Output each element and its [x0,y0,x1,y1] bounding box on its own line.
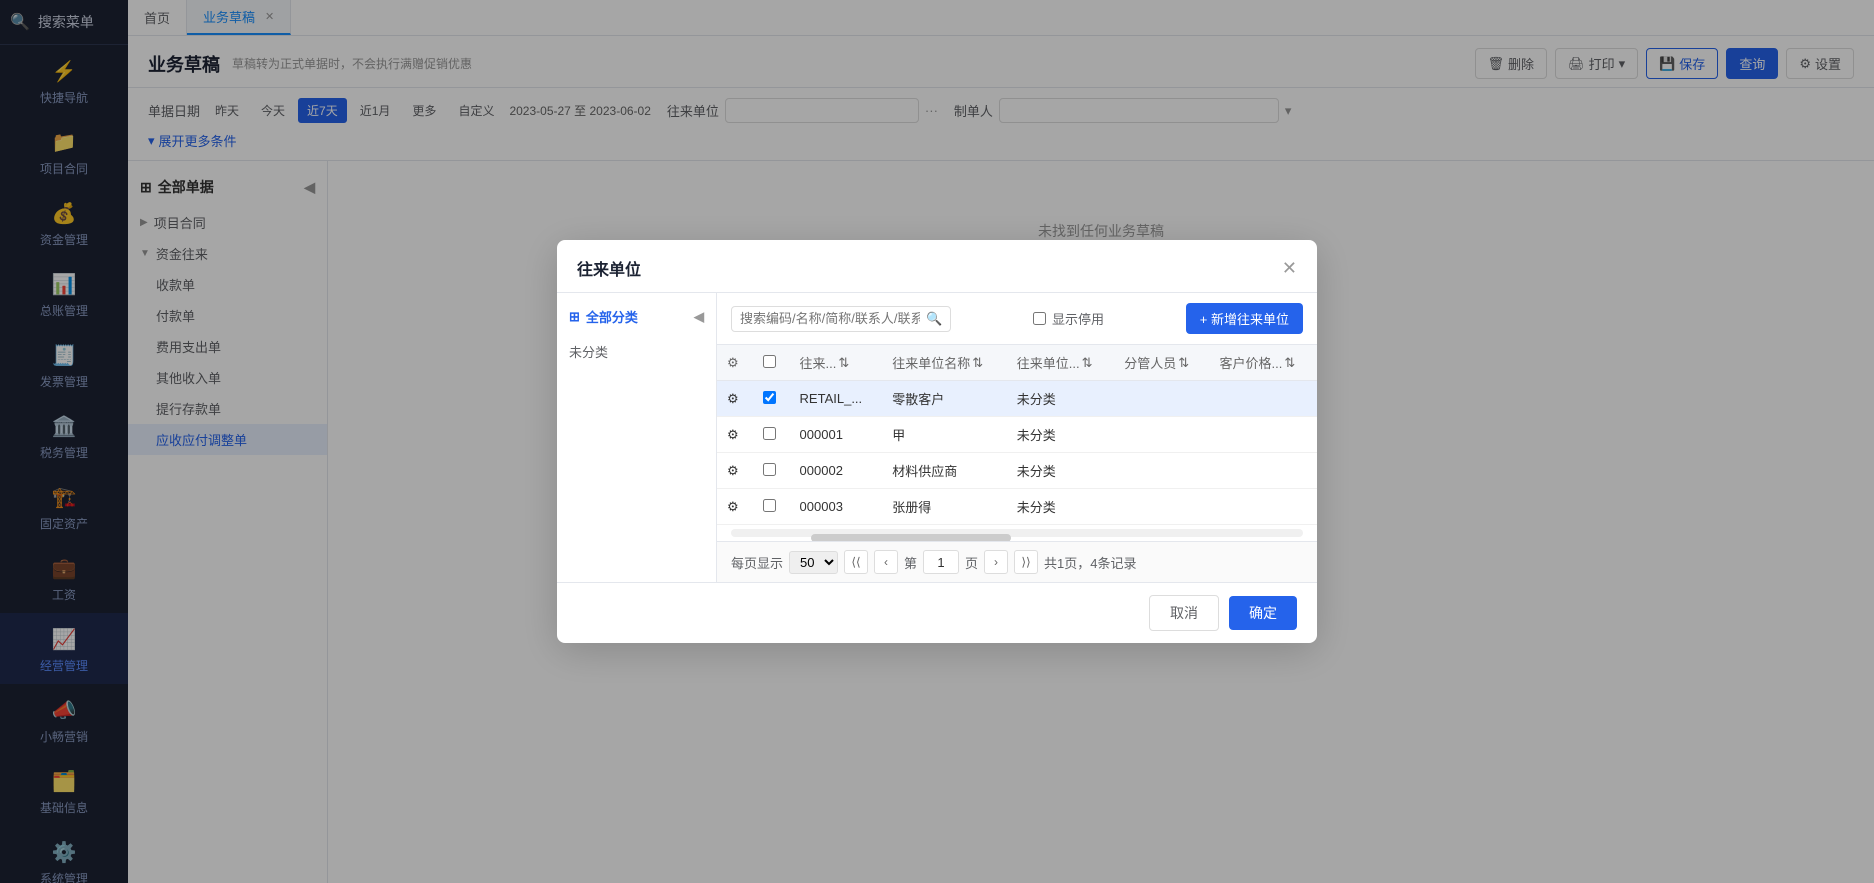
modal-overlay[interactable]: 往来单位 ✕ ⊞ 全部分类 ◀ 未分类 [0,0,1874,883]
page-number-input[interactable] [923,550,959,574]
row-code: RETAIL_... [790,381,883,417]
search-icon2: 🔍 [926,311,942,327]
row-checkbox[interactable] [753,453,790,489]
row-price [1210,381,1318,417]
row-category: 未分类 [1007,381,1114,417]
show-disabled-checkbox[interactable] [1033,312,1046,325]
sort-icon4: ⇅ [1178,355,1189,371]
grid-icon2: ⊞ [569,309,580,325]
row-select-checkbox3[interactable] [763,463,776,476]
row-manager [1114,453,1209,489]
select-all-checkbox[interactable] [763,355,776,368]
row-checkbox[interactable] [753,489,790,525]
sort-icon2: ⇅ [972,355,983,371]
table-header-row: ⚙ 往来...⇅ 往来单位名称⇅ 往来单位...⇅ 分管人员⇅ 客户价格...⇅ [717,345,1317,381]
table-row[interactable]: ⚙ RETAIL_... 零散客户 未分类 [717,381,1317,417]
row-settings: ⚙ [717,381,753,417]
row-select-checkbox2[interactable] [763,427,776,440]
prev-page-button[interactable]: ‹ [874,550,898,574]
row-category: 未分类 [1007,489,1114,525]
dialog-cat-unclassified[interactable]: 未分类 [557,336,716,367]
th-code[interactable]: 往来...⇅ [790,345,883,381]
cancel-button[interactable]: 取消 [1149,595,1219,631]
row-name: 张册得 [882,489,1006,525]
dialog-categories: ⊞ 全部分类 ◀ 未分类 [557,293,717,582]
next-page-button[interactable]: › [984,550,1008,574]
dialog-unit: 往来单位 ✕ ⊞ 全部分类 ◀ 未分类 [557,240,1317,643]
row-category: 未分类 [1007,453,1114,489]
settings-icon6: ⚙ [727,499,739,514]
scrollbar-area [717,525,1317,541]
table-row[interactable]: ⚙ 000001 甲 未分类 [717,417,1317,453]
row-code: 000003 [790,489,883,525]
row-manager [1114,417,1209,453]
th-category[interactable]: 往来单位...⇅ [1007,345,1114,381]
units-table: ⚙ 往来...⇅ 往来单位名称⇅ 往来单位...⇅ 分管人员⇅ 客户价格...⇅ [717,345,1317,525]
dialog-search-box[interactable]: 🔍 [731,306,951,332]
dialog-title: 往来单位 [577,256,641,280]
row-manager [1114,381,1209,417]
new-unit-button[interactable]: + 新增往来单位 [1186,303,1303,334]
total-records: 共1页，4条记录 [1044,553,1136,572]
settings-icon5: ⚙ [727,463,739,478]
row-settings: ⚙ [717,489,753,525]
sort-icon3: ⇅ [1082,355,1093,371]
dialog-toolbar: 🔍 显示停用 + 新增往来单位 [717,293,1317,345]
th-price[interactable]: 客户价格...⇅ [1210,345,1318,381]
dialog-header: 往来单位 ✕ [557,240,1317,293]
row-select-checkbox[interactable] [763,391,776,404]
row-select-checkbox4[interactable] [763,499,776,512]
settings-icon4: ⚙ [727,427,739,442]
dialog-collapse-icon[interactable]: ◀ [694,309,704,325]
table-row[interactable]: ⚙ 000003 张册得 未分类 [717,489,1317,525]
settings-icon3: ⚙ [727,391,739,406]
row-price [1210,453,1318,489]
dialog-actions: 取消 确定 [557,582,1317,643]
sort-icon: ⇅ [838,355,849,371]
row-name: 材料供应商 [882,453,1006,489]
pagination-controls: 每页显示 50 ⟨⟨ ‹ 第 页 › ⟩⟩ 共1页，4条记录 [731,550,1137,574]
first-page-button[interactable]: ⟨⟨ [844,550,868,574]
horizontal-scrollbar[interactable] [731,529,1303,537]
confirm-button[interactable]: 确定 [1229,596,1297,630]
dialog-right: 🔍 显示停用 + 新增往来单位 ⚙ [717,293,1317,582]
row-manager [1114,489,1209,525]
row-checkbox[interactable] [753,417,790,453]
table-row[interactable]: ⚙ 000002 材料供应商 未分类 [717,453,1317,489]
dialog-search-input[interactable] [740,311,920,326]
per-page-select[interactable]: 50 [789,551,838,574]
last-page-button[interactable]: ⟩⟩ [1014,550,1038,574]
dialog-close-button[interactable]: ✕ [1282,258,1297,279]
sort-icon5: ⇅ [1284,355,1295,371]
th-manager[interactable]: 分管人员⇅ [1114,345,1209,381]
row-category: 未分类 [1007,417,1114,453]
row-settings: ⚙ [717,453,753,489]
row-price [1210,489,1318,525]
th-checkbox[interactable] [753,345,790,381]
row-code: 000001 [790,417,883,453]
dialog-category-header: ⊞ 全部分类 ◀ [557,301,716,336]
th-settings: ⚙ [717,345,753,381]
dialog-pagination: 每页显示 50 ⟨⟨ ‹ 第 页 › ⟩⟩ 共1页，4条记录 [717,541,1317,582]
show-disabled-label[interactable]: 显示停用 [1033,309,1104,328]
row-name: 甲 [882,417,1006,453]
row-code: 000002 [790,453,883,489]
dialog-body: ⊞ 全部分类 ◀ 未分类 🔍 显示停用 [557,293,1317,582]
dialog-table: ⚙ 往来...⇅ 往来单位名称⇅ 往来单位...⇅ 分管人员⇅ 客户价格...⇅ [717,345,1317,525]
row-price [1210,417,1318,453]
row-name: 零散客户 [882,381,1006,417]
th-name[interactable]: 往来单位名称⇅ [882,345,1006,381]
settings-icon2: ⚙ [727,355,739,370]
row-settings: ⚙ [717,417,753,453]
row-checkbox[interactable] [753,381,790,417]
